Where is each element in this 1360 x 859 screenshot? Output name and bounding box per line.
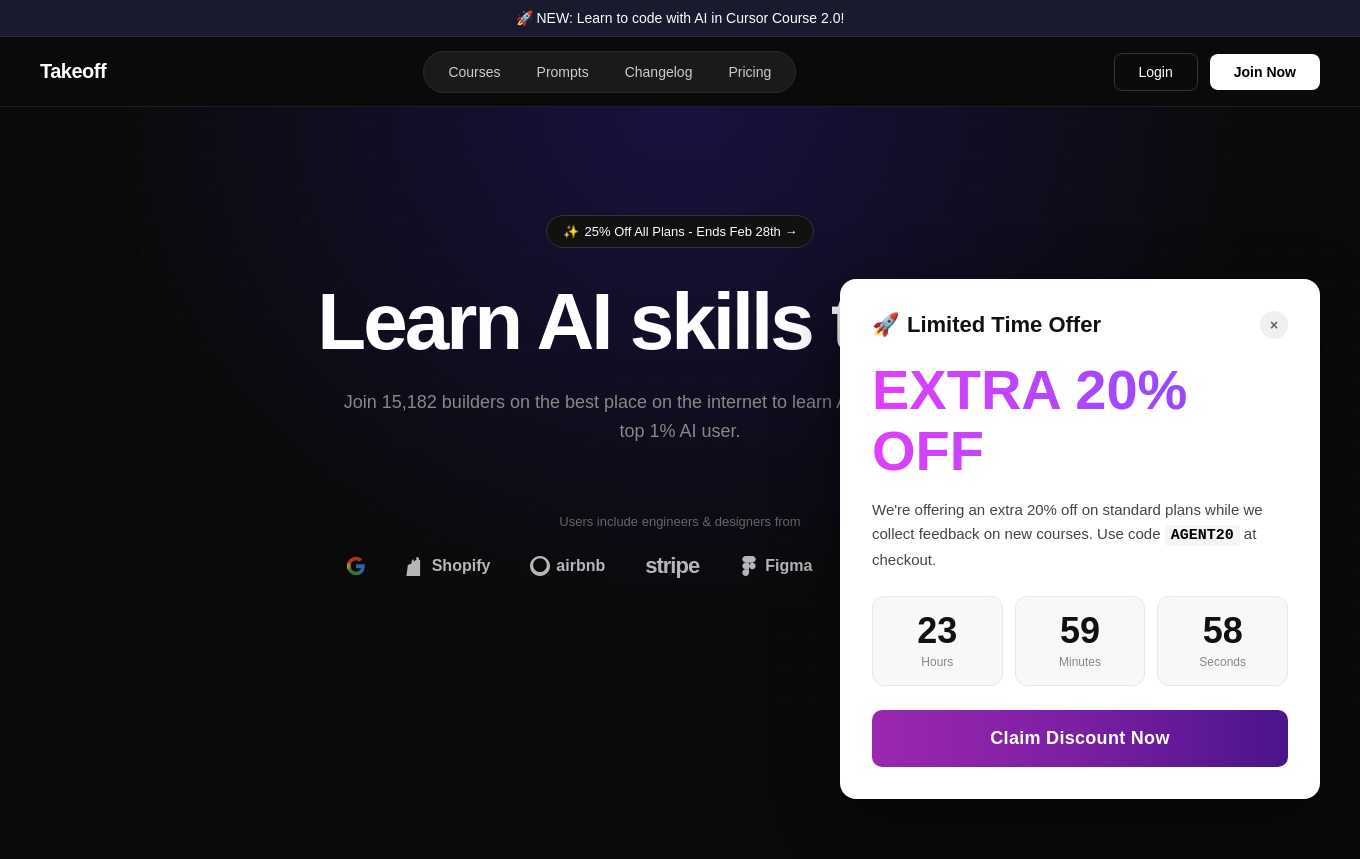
brand-logo[interactable]: Takeoff xyxy=(40,60,106,83)
nav-links: Courses Prompts Changelog Pricing xyxy=(423,51,796,93)
announcement-emoji: 🚀 xyxy=(516,10,533,26)
popup-description: We're offering an extra 20% off on stand… xyxy=(872,498,1288,572)
claim-discount-button[interactable]: Claim Discount Now xyxy=(872,710,1288,767)
hours-label: Hours xyxy=(881,655,994,669)
airbnb-text: airbnb xyxy=(556,557,605,575)
popup-discount-text: EXTRA 20% OFF xyxy=(872,359,1288,482)
announcement-bar: 🚀 NEW: Learn to code with AI in Cursor C… xyxy=(0,0,1360,37)
logo-airbnb: airbnb xyxy=(530,556,605,576)
nav-prompts[interactable]: Prompts xyxy=(521,58,605,86)
logo-figma: Figma xyxy=(739,556,812,576)
logo-google: Google xyxy=(346,556,366,576)
navbar: Takeoff Courses Prompts Changelog Pricin… xyxy=(0,37,1360,107)
login-button[interactable]: Login xyxy=(1114,53,1198,91)
logo-shopify: Shopify xyxy=(406,556,491,576)
countdown-hours: 23 Hours xyxy=(872,596,1003,686)
countdown-minutes: 59 Minutes xyxy=(1015,596,1146,686)
popup-title-emoji: 🚀 xyxy=(872,312,899,338)
navbar-actions: Login Join Now xyxy=(1114,53,1321,91)
hours-value: 23 xyxy=(881,613,994,649)
join-button[interactable]: Join Now xyxy=(1210,54,1320,90)
discount-badge[interactable]: ✨ 25% Off All Plans - Ends Feb 28th → xyxy=(546,215,815,248)
nav-changelog[interactable]: Changelog xyxy=(609,58,709,86)
popup-title: 🚀 Limited Time Offer xyxy=(872,312,1101,338)
offer-popup: 🚀 Limited Time Offer × EXTRA 20% OFF We'… xyxy=(840,279,1320,799)
seconds-label: Seconds xyxy=(1166,655,1279,669)
popup-close-button[interactable]: × xyxy=(1260,311,1288,339)
nav-courses[interactable]: Courses xyxy=(432,58,516,86)
logo-stripe: stripe xyxy=(645,553,699,579)
countdown-seconds: 58 Seconds xyxy=(1157,596,1288,686)
announcement-text: NEW: Learn to code with AI in Cursor Cou… xyxy=(537,10,845,26)
popup-header: 🚀 Limited Time Offer × xyxy=(872,311,1288,339)
nav-pricing[interactable]: Pricing xyxy=(712,58,787,86)
figma-text: Figma xyxy=(765,557,812,575)
badge-emoji: ✨ xyxy=(563,224,579,239)
minutes-label: Minutes xyxy=(1024,655,1137,669)
seconds-value: 58 xyxy=(1166,613,1279,649)
countdown-timer: 23 Hours 59 Minutes 58 Seconds xyxy=(872,596,1288,686)
popup-promo-code: AGENT20 xyxy=(1165,525,1240,546)
popup-title-text: Limited Time Offer xyxy=(907,312,1101,338)
minutes-value: 59 xyxy=(1024,613,1137,649)
shopify-text: Shopify xyxy=(432,557,491,575)
announcement-link[interactable]: 🚀 NEW: Learn to code with AI in Cursor C… xyxy=(516,10,845,26)
badge-text: 25% Off All Plans - Ends Feb 28th → xyxy=(585,224,798,239)
